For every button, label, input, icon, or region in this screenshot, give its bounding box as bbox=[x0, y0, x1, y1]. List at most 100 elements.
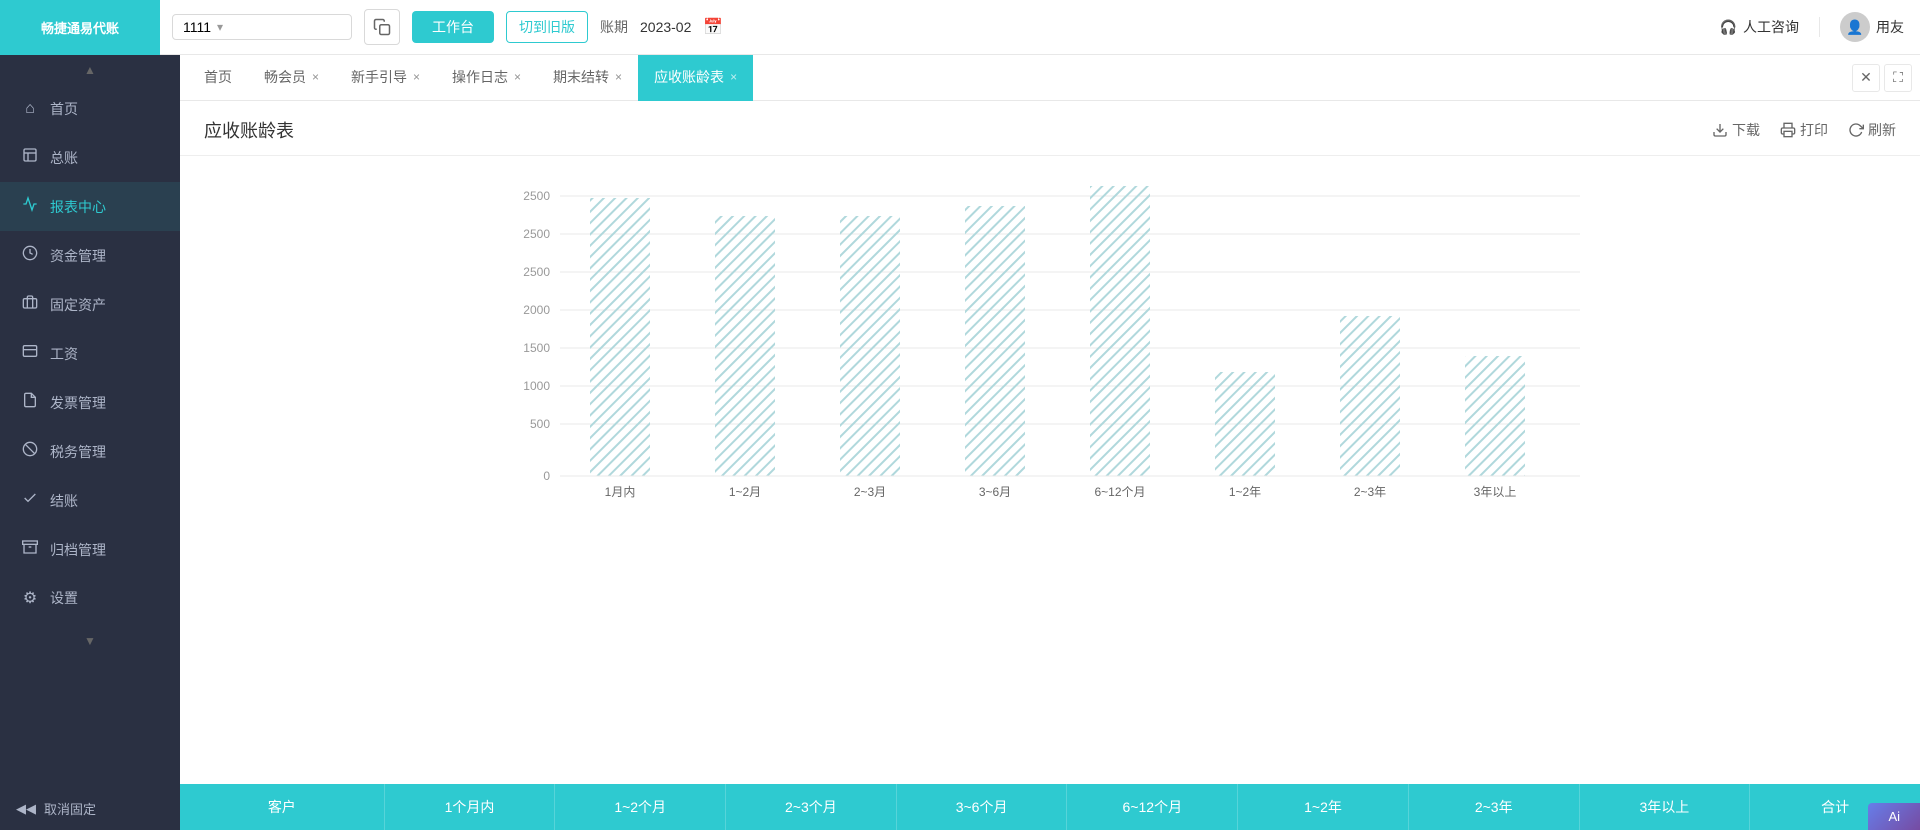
scroll-down-indicator: ▼ bbox=[0, 630, 180, 652]
headset-icon: 🎧 bbox=[1720, 19, 1737, 36]
col-total-label: 合计 bbox=[1821, 797, 1849, 817]
tab-ar-aging-close[interactable]: × bbox=[730, 70, 737, 84]
consult-button[interactable]: 🎧 人工咨询 bbox=[1720, 17, 1799, 37]
col-1-2y-label: 1~2年 bbox=[1304, 797, 1342, 817]
tab-guide-label: 新手引导 bbox=[351, 67, 407, 87]
sidebar-item-reports[interactable]: 报表中心 bbox=[0, 182, 180, 231]
svg-text:1500: 1500 bbox=[523, 341, 550, 355]
refresh-button[interactable]: 刷新 bbox=[1848, 120, 1896, 140]
col-3y-plus-label: 3年以上 bbox=[1640, 797, 1690, 817]
company-selector[interactable]: 1111 ▾ bbox=[172, 14, 352, 40]
page-header: 应收账龄表 下载 打印 刷新 bbox=[180, 101, 1920, 156]
tab-oplog-close[interactable]: × bbox=[514, 70, 521, 84]
tab-ar-aging[interactable]: 应收账龄表 × bbox=[638, 55, 753, 101]
sidebar-label-settings: 设置 bbox=[50, 588, 78, 608]
svg-text:1000: 1000 bbox=[523, 379, 550, 393]
reports-icon bbox=[20, 196, 40, 217]
col-6-12m: 6~12个月 bbox=[1067, 784, 1238, 830]
main-layout: ▲ ⌂ 首页 总账 报表中心 资金管理 固定资产 bbox=[0, 55, 1920, 830]
tabs-bar: 首页 畅会员 × 新手引导 × 操作日志 × 期末结转 × 应收账龄表 × bbox=[180, 55, 1920, 101]
period-label: 账期 bbox=[600, 17, 628, 37]
tab-home-label: 首页 bbox=[204, 67, 232, 87]
col-1-2m: 1~2个月 bbox=[555, 784, 726, 830]
chevron-down-icon: ▾ bbox=[217, 20, 223, 34]
svg-text:1~2月: 1~2月 bbox=[729, 485, 761, 499]
ai-badge[interactable]: Ai bbox=[1868, 803, 1920, 830]
svg-text:500: 500 bbox=[530, 417, 550, 431]
bar-1月内 bbox=[590, 198, 650, 476]
tabs-end-controls: ✕ ⛶ bbox=[1852, 64, 1912, 92]
workbench-button[interactable]: 工作台 bbox=[412, 11, 494, 43]
svg-text:2000: 2000 bbox=[523, 303, 550, 317]
refresh-icon bbox=[1848, 122, 1864, 138]
sidebar-label-checkout: 结账 bbox=[50, 491, 78, 511]
col-1m: 1个月内 bbox=[385, 784, 556, 830]
svg-text:3~6月: 3~6月 bbox=[979, 485, 1011, 499]
col-customer-label: 客户 bbox=[268, 797, 296, 817]
page-title: 应收账龄表 bbox=[204, 117, 294, 143]
chart-container: 2500 2500 2500 2000 1500 1000 500 0 bbox=[180, 156, 1920, 784]
content-area: 首页 畅会员 × 新手引导 × 操作日志 × 期末结转 × 应收账龄表 × bbox=[180, 55, 1920, 830]
tax-icon bbox=[20, 441, 40, 462]
bar-chart: 2500 2500 2500 2000 1500 1000 500 0 bbox=[210, 176, 1890, 556]
col-3-6m-label: 3~6个月 bbox=[956, 797, 1008, 817]
svg-text:2500: 2500 bbox=[523, 265, 550, 279]
svg-text:2~3年: 2~3年 bbox=[1354, 485, 1386, 499]
sidebar-item-funds[interactable]: 资金管理 bbox=[0, 231, 180, 280]
tab-home[interactable]: 首页 bbox=[188, 55, 248, 101]
sidebar-item-checkout[interactable]: 结账 bbox=[0, 476, 180, 525]
tab-guide-close[interactable]: × bbox=[413, 70, 420, 84]
download-button[interactable]: 下载 bbox=[1712, 120, 1760, 140]
close-all-tabs-button[interactable]: ✕ bbox=[1852, 64, 1880, 92]
svg-text:6~12个月: 6~12个月 bbox=[1094, 485, 1145, 499]
sidebar-item-salary[interactable]: 工资 bbox=[0, 329, 180, 378]
avatar: 👤 bbox=[1840, 12, 1870, 42]
col-1-2m-label: 1~2个月 bbox=[614, 797, 666, 817]
cancel-pin-label: 取消固定 bbox=[44, 799, 96, 818]
page-content: 应收账龄表 下载 打印 刷新 bbox=[180, 101, 1920, 830]
tab-oplog[interactable]: 操作日志 × bbox=[436, 55, 537, 101]
user-menu[interactable]: 👤 用友 bbox=[1840, 12, 1904, 42]
tab-member[interactable]: 畅会员 × bbox=[248, 55, 335, 101]
col-2-3m-label: 2~3个月 bbox=[785, 797, 837, 817]
assets-icon bbox=[20, 294, 40, 315]
company-name: 1111 bbox=[183, 19, 211, 35]
sidebar-label-reports: 报表中心 bbox=[50, 197, 106, 217]
tab-period-end-close[interactable]: × bbox=[615, 70, 622, 84]
print-button[interactable]: 打印 bbox=[1780, 120, 1828, 140]
refresh-label: 刷新 bbox=[1868, 120, 1896, 140]
switch-version-button[interactable]: 切到旧版 bbox=[506, 11, 588, 43]
calendar-icon[interactable]: 📅 bbox=[703, 17, 723, 37]
bar-3-6月 bbox=[965, 206, 1025, 476]
header-right-area: 🎧 人工咨询 👤 用友 bbox=[1720, 12, 1904, 42]
sidebar-label-home: 首页 bbox=[50, 99, 78, 119]
bar-1-2月 bbox=[715, 216, 775, 476]
funds-icon bbox=[20, 245, 40, 266]
sidebar-label-ledger: 总账 bbox=[50, 148, 78, 168]
sidebar-label-archive: 归档管理 bbox=[50, 540, 106, 560]
tab-member-close[interactable]: × bbox=[312, 70, 319, 84]
svg-text:2500: 2500 bbox=[523, 227, 550, 241]
col-customer: 客户 bbox=[180, 784, 385, 830]
sidebar-item-archive[interactable]: 归档管理 bbox=[0, 525, 180, 574]
sidebar-label-invoice: 发票管理 bbox=[50, 393, 106, 413]
sidebar-item-settings[interactable]: ⚙ 设置 bbox=[0, 574, 180, 622]
sidebar-item-invoice[interactable]: 发票管理 bbox=[0, 378, 180, 427]
bar-2-3年 bbox=[1340, 316, 1400, 476]
copy-icon-btn[interactable] bbox=[364, 9, 400, 45]
bar-3年以上 bbox=[1465, 356, 1525, 476]
sidebar: ▲ ⌂ 首页 总账 报表中心 资金管理 固定资产 bbox=[0, 55, 180, 830]
sidebar-item-tax[interactable]: 税务管理 bbox=[0, 427, 180, 476]
home-icon: ⌂ bbox=[20, 100, 40, 118]
expand-tabs-button[interactable]: ⛶ bbox=[1884, 64, 1912, 92]
archive-icon bbox=[20, 539, 40, 560]
tab-guide[interactable]: 新手引导 × bbox=[335, 55, 436, 101]
sidebar-item-ledger[interactable]: 总账 bbox=[0, 133, 180, 182]
tab-period-end[interactable]: 期末结转 × bbox=[537, 55, 638, 101]
sidebar-item-home[interactable]: ⌂ 首页 bbox=[0, 85, 180, 133]
download-label: 下载 bbox=[1732, 120, 1760, 140]
chart-wrapper: 2500 2500 2500 2000 1500 1000 500 0 bbox=[210, 176, 1890, 556]
sidebar-item-assets[interactable]: 固定资产 bbox=[0, 280, 180, 329]
cancel-pin-button[interactable]: ◀◀ 取消固定 bbox=[0, 787, 180, 830]
app-logo: 畅捷通易代账 bbox=[0, 0, 160, 55]
